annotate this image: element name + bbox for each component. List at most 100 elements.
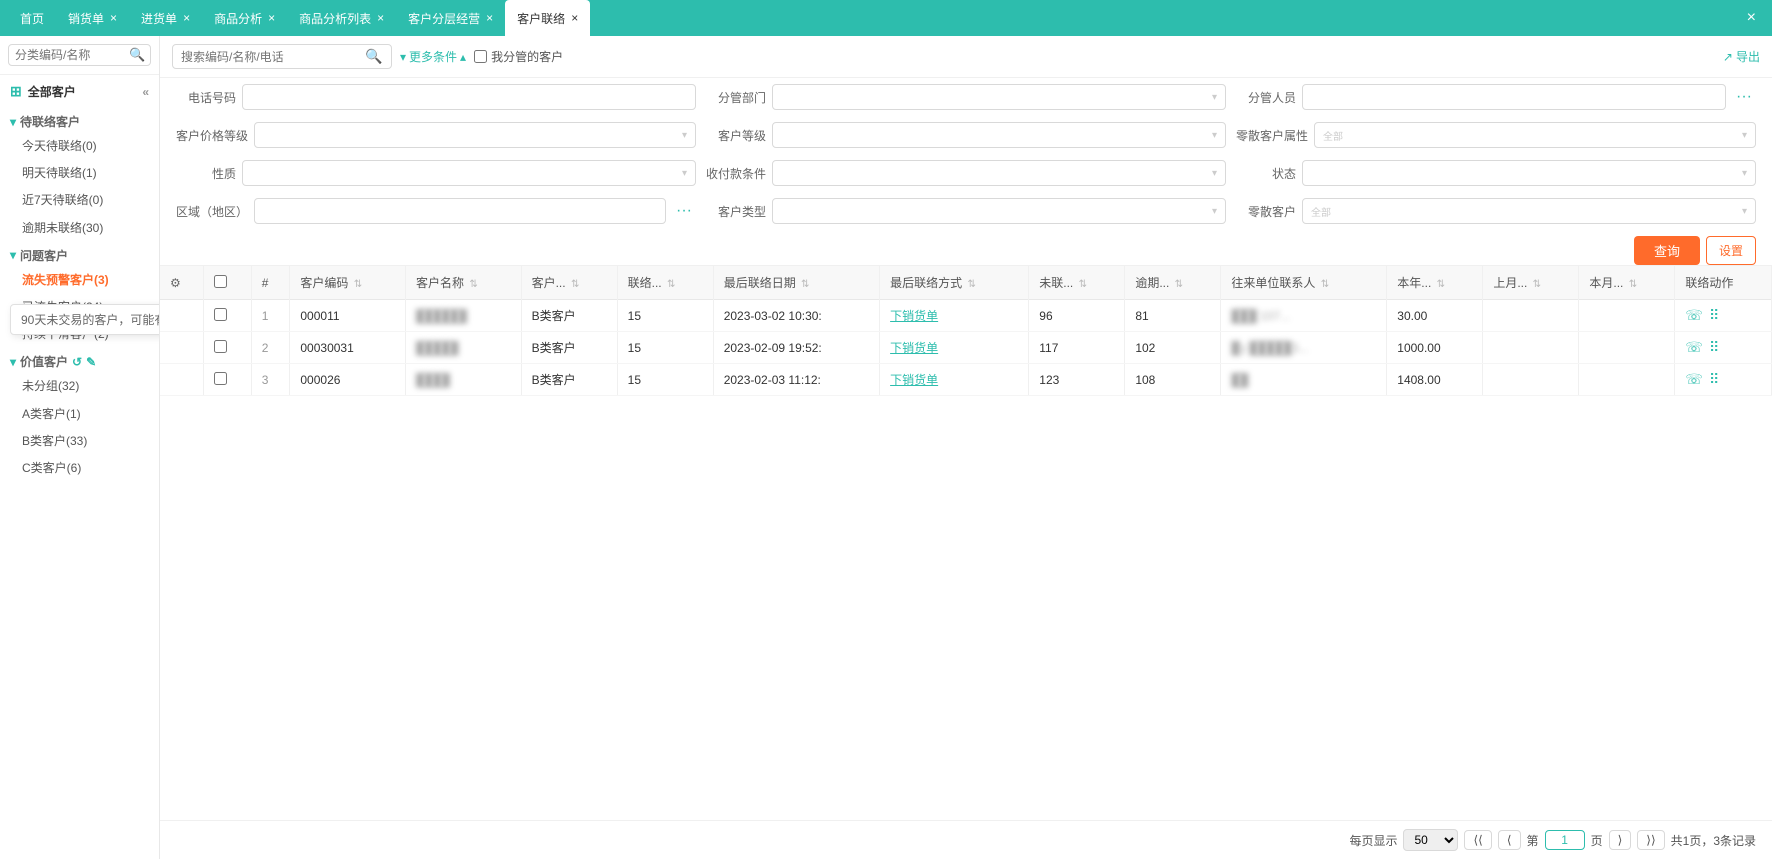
filter-retail-attr-value: 全部 (1323, 128, 1343, 143)
more-conditions-btn[interactable]: ▾ 更多条件 ▴ (400, 48, 466, 65)
select-all-checkbox[interactable] (214, 275, 227, 288)
table-wrapper: ⚙ # 客户编码 ⇅ 客户名称 ⇅ 客户... ⇅ 联络 (160, 266, 1772, 820)
filter-dept-select[interactable]: ▾ (772, 84, 1226, 110)
filter-row-3: 性质 ▾ 收付款条件 ▾ 状态 (160, 154, 1772, 192)
search-input[interactable] (181, 50, 361, 64)
col-code-header[interactable]: 客户编码 ⇅ (290, 266, 406, 300)
window-close-button[interactable]: × (1739, 9, 1764, 27)
row-last-method[interactable]: 下销货单 (880, 332, 1029, 364)
row-unit-contact: ██ (1221, 364, 1387, 396)
col-last-date-header[interactable]: 最后联络日期 ⇅ (713, 266, 879, 300)
tab-analysis-close[interactable]: × (268, 11, 275, 25)
tab-home[interactable]: 首页 (8, 0, 56, 36)
churn-tooltip: 90天未交易的客户，可能有流失风险。 (10, 304, 160, 335)
tab-home-label: 首页 (20, 10, 44, 27)
action-contact-icon[interactable]: ☏ (1685, 307, 1703, 324)
sidebar-item-overdue[interactable]: 逾期未联络(30) (0, 215, 159, 242)
row-last-method[interactable]: 下销货单 (880, 364, 1029, 396)
sidebar-item-a-class[interactable]: A类客户(1) (0, 401, 159, 428)
more-conditions-arrow: ▴ (460, 50, 466, 64)
last-page-btn[interactable]: ⟩⟩ (1637, 830, 1664, 850)
sidebar-section-value[interactable]: ▾ 价值客户 ↺ ✎ (0, 348, 159, 373)
filter-row-4: 区域（地区） ··· 客户类型 ▾ 零散客户 全部 ▾ (160, 192, 1772, 230)
action-contact-icon[interactable]: ☏ (1685, 339, 1703, 356)
search-submit-icon[interactable]: 🔍 (365, 48, 382, 65)
filter-phone-input[interactable] (242, 84, 696, 110)
action-contact-icon[interactable]: ☏ (1685, 371, 1703, 388)
row-this-month (1579, 364, 1675, 396)
sidebar-item-ungrouped[interactable]: 未分组(32) (0, 373, 159, 400)
action-more-icon[interactable]: ⠿ (1709, 371, 1719, 388)
col-this-month-header[interactable]: 本月... ⇅ (1579, 266, 1675, 300)
sidebar-item-c-class[interactable]: C类客户(6) (0, 455, 159, 482)
tab-customer-contact[interactable]: 客户联络 × (505, 0, 590, 36)
filter-region-more[interactable]: ··· (672, 202, 696, 220)
tab-analysis-list[interactable]: 商品分析列表 × (287, 0, 396, 36)
filter-retail-select[interactable]: 全部 ▾ (1302, 198, 1756, 224)
filter-region-input[interactable] (254, 198, 666, 224)
settings-button[interactable]: 设置 (1706, 236, 1756, 265)
sidebar-section-pending[interactable]: ▾ 待联络客户 (0, 108, 159, 133)
tab-analysis-list-close[interactable]: × (377, 11, 384, 25)
filter-price-level-select[interactable]: ▾ (254, 122, 696, 148)
sidebar-item-b-class[interactable]: B类客户(33) (0, 428, 159, 455)
col-checkbox-header[interactable] (204, 266, 252, 300)
col-name-header[interactable]: 客户名称 ⇅ (405, 266, 521, 300)
filter-customer-type-select[interactable]: ▾ (772, 198, 1226, 224)
tab-sales[interactable]: 销货单 × (56, 0, 129, 36)
tab-purchase[interactable]: 进货单 × (129, 0, 202, 36)
filter-retail-attr-select[interactable]: 全部 ▾ (1314, 122, 1756, 148)
pagination: 每页显示 10 20 50 100 ⟨⟨ ⟨ 第 页 ⟩ ⟩⟩ 共1页，3条记录 (160, 820, 1772, 859)
tab-sales-close[interactable]: × (110, 11, 117, 25)
sidebar-item-7days[interactable]: 近7天待联络(0) (0, 187, 159, 214)
sidebar-all-customers[interactable]: ⊞ 全部客户 « (0, 75, 159, 108)
filter-nature-select[interactable]: ▾ (242, 160, 696, 186)
sidebar-section-problem[interactable]: ▾ 问题客户 (0, 242, 159, 267)
col-last-month-header[interactable]: 上月... ⇅ (1483, 266, 1579, 300)
action-more-icon[interactable]: ⠿ (1709, 307, 1719, 324)
col-contact-header[interactable]: 联络... ⇅ (617, 266, 713, 300)
tab-purchase-close[interactable]: × (183, 11, 190, 25)
col-last-method-header[interactable]: 最后联络方式 ⇅ (880, 266, 1029, 300)
row-checkbox[interactable] (204, 364, 252, 396)
col-type-header[interactable]: 客户... ⇅ (521, 266, 617, 300)
filter-payment-select[interactable]: ▾ (772, 160, 1226, 186)
sidebar-item-tomorrow[interactable]: 明天待联络(1) (0, 160, 159, 187)
per-page-select[interactable]: 10 20 50 100 (1403, 829, 1458, 851)
sidebar-item-today[interactable]: 今天待联络(0) (0, 133, 159, 160)
row-last-method[interactable]: 下销货单 (880, 300, 1029, 332)
value-refresh-icon[interactable]: ↺ (72, 355, 82, 369)
col-settings-header[interactable]: ⚙ (160, 266, 204, 300)
filter-manager-input[interactable] (1302, 84, 1726, 110)
row-code: 000011 (290, 300, 406, 332)
row-checkbox[interactable] (204, 332, 252, 364)
page-number-input[interactable] (1545, 830, 1585, 850)
filter-retail-value: 全部 (1311, 204, 1331, 219)
prev-page-btn[interactable]: ⟨ (1498, 830, 1521, 850)
col-overdue-header[interactable]: 逾期... ⇅ (1125, 266, 1221, 300)
filter-manager-more[interactable]: ··· (1732, 88, 1756, 106)
filter-status-select[interactable]: ▾ (1302, 160, 1756, 186)
col-contact-sort: ⇅ (667, 279, 675, 290)
col-unit-contact-header[interactable]: 往来单位联系人 ⇅ (1221, 266, 1387, 300)
tab-customer-contact-close[interactable]: × (571, 11, 578, 25)
tab-customer-layer[interactable]: 客户分层经营 × (396, 0, 505, 36)
next-page-btn[interactable]: ⟩ (1609, 830, 1632, 850)
sidebar-item-churn-warning[interactable]: 流失预警客户(3) (0, 267, 159, 294)
my-customers-checkbox[interactable]: 我分管的客户 (474, 48, 563, 65)
my-customers-check[interactable] (474, 50, 487, 63)
value-edit-icon[interactable]: ✎ (86, 355, 96, 369)
tab-analysis[interactable]: 商品分析 × (202, 0, 287, 36)
export-button[interactable]: ↗ 导出 (1723, 48, 1760, 65)
col-uncontacted-header[interactable]: 未联... ⇅ (1029, 266, 1125, 300)
row-checkbox[interactable] (204, 300, 252, 332)
row-code: 000026 (290, 364, 406, 396)
action-more-icon[interactable]: ⠿ (1709, 339, 1719, 356)
col-this-year-header[interactable]: 本年... ⇅ (1387, 266, 1483, 300)
filter-customer-level-select[interactable]: ▾ (772, 122, 1226, 148)
query-button[interactable]: 查询 (1634, 236, 1700, 265)
first-page-btn[interactable]: ⟨⟨ (1464, 830, 1491, 850)
tab-customer-layer-close[interactable]: × (486, 11, 493, 25)
row-last-month (1483, 364, 1579, 396)
row-overdue: 81 (1125, 300, 1221, 332)
